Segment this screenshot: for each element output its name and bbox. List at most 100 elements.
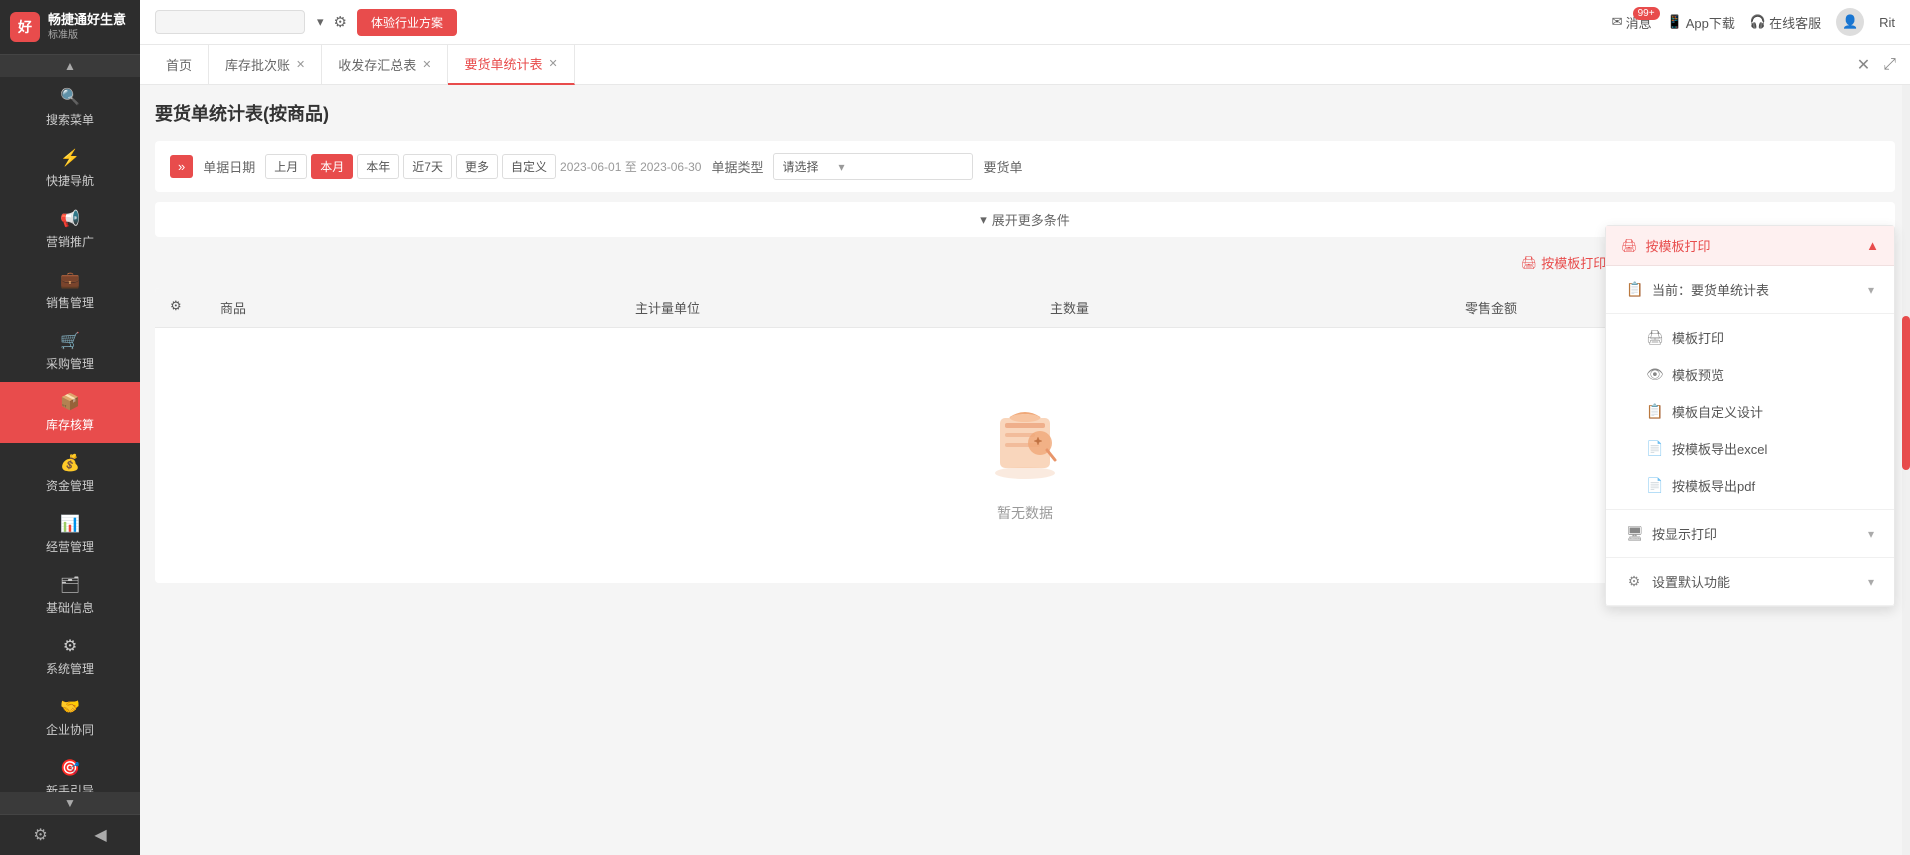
scrollbar-thumb <box>1902 316 1910 470</box>
dropdown-default-settings[interactable]: ⚙ 设置默认功能 ▾ <box>1606 563 1894 600</box>
filter-expand-button[interactable]: » <box>170 155 193 178</box>
sidebar-label-purchase: 采购管理 <box>46 355 94 372</box>
sidebar-item-purchase[interactable]: 🛒 采购管理 <box>0 321 140 382</box>
sidebar-item-system[interactable]: ⚙ 系统管理 <box>0 626 140 687</box>
right-scrollbar[interactable] <box>1902 85 1910 855</box>
date-btn-7days[interactable]: 近7天 <box>403 154 452 179</box>
sidebar-label-finance: 资金管理 <box>46 477 94 494</box>
guide-icon: 🎯 <box>60 758 80 778</box>
user-avatar[interactable]: 👤 <box>1836 8 1864 36</box>
template-excel-icon: 📄 <box>1646 440 1662 457</box>
sidebar-scroll-up[interactable]: ▲ <box>0 55 140 77</box>
dropdown-header: 🖨 按模板打印 ▲ <box>1606 226 1894 266</box>
enterprise-icon: 🤝 <box>60 697 80 717</box>
page-title: 要货单统计表(按商品) <box>155 100 1895 126</box>
dropdown-template-pdf[interactable]: 📄 按模板导出pdf <box>1606 467 1894 504</box>
dropdown-template-print[interactable]: 🖨 模板打印 <box>1606 319 1894 356</box>
template-design-icon: 📋 <box>1646 403 1662 420</box>
sidebar-item-operations[interactable]: 📊 经营管理 <box>0 504 140 565</box>
template-print-label: 模板打印 <box>1672 328 1724 347</box>
display-print-left: 🖥 按显示打印 <box>1626 524 1717 543</box>
username-label: Rit <box>1879 15 1895 30</box>
template-excel-label: 按模板导出excel <box>1672 439 1767 458</box>
sidebar-scroll-down[interactable]: ▼ <box>0 792 140 814</box>
sidebar-item-shortcut[interactable]: ⚡ 快捷导航 <box>0 138 140 199</box>
tab-inventory-batch[interactable]: 库存批次账 ✕ <box>209 45 322 85</box>
expand-more-label: 展开更多条件 <box>992 210 1070 229</box>
tab-close-all-button[interactable]: ✕ <box>1853 55 1874 75</box>
sidebar-audio-icon[interactable]: ◀ <box>94 825 106 845</box>
col-settings[interactable]: ⚙ <box>170 298 220 317</box>
printer-header-icon: 🖨 <box>1621 238 1638 254</box>
message-button[interactable]: ✉ 消息 99+ <box>1612 13 1652 32</box>
sidebar-label-guide: 新手引导 <box>46 782 94 792</box>
template-preview-label: 模板预览 <box>1672 365 1724 384</box>
finance-icon: 💰 <box>60 453 80 473</box>
date-btn-more[interactable]: 更多 <box>456 154 498 179</box>
tab-order-stats[interactable]: 要货单统计表 ✕ <box>448 45 574 85</box>
sidebar-item-basic[interactable]: 🗂 基础信息 <box>0 565 140 626</box>
table-gear-icon[interactable]: ⚙ <box>170 298 182 313</box>
dropdown-items-section: 🖨 模板打印 👁 模板预览 📋 模板自定义设计 📄 按模板导出excel 📄 <box>1606 314 1894 510</box>
dropdown-template-preview[interactable]: 👁 模板预览 <box>1606 356 1894 393</box>
online-service-button[interactable]: 🎧 在线客服 <box>1750 13 1821 32</box>
sidebar-item-guide[interactable]: 🎯 新手引导 <box>0 748 140 792</box>
avatar-icon: 👤 <box>1842 14 1858 30</box>
topbar: ▾ ⚙ 体验行业方案 ✉ 消息 99+ 📱 App下载 🎧 在线客服 👤 Rit <box>140 0 1910 45</box>
service-label: 在线客服 <box>1769 13 1821 32</box>
date-range-text: 2023-06-01 至 2023-06-30 <box>560 158 701 175</box>
date-btn-this-year[interactable]: 本年 <box>357 154 399 179</box>
tab-receipt-summary-label: 收发存汇总表 <box>338 55 416 74</box>
date-filter-label: 单据日期 <box>203 157 255 176</box>
sidebar-item-search[interactable]: 🔍 搜索菜单 <box>0 77 140 138</box>
template-print-icon: 🖨 <box>1646 329 1662 346</box>
tabs-bar: 首页 库存批次账 ✕ 收发存汇总表 ✕ 要货单统计表 ✕ ✕ ⤢ <box>140 45 1910 85</box>
order-type-select[interactable]: 请选择 ▾ <box>773 153 973 180</box>
tab-inventory-batch-close[interactable]: ✕ <box>296 58 305 71</box>
sidebar-label-search: 搜索菜单 <box>46 111 94 128</box>
app-label: App下载 <box>1686 13 1735 32</box>
date-btn-last-month[interactable]: 上月 <box>265 154 307 179</box>
tab-order-stats-close[interactable]: ✕ <box>549 57 558 70</box>
filter-bar: » 单据日期 上月 本月 本年 近7天 更多 自定义 2023-06-01 至 … <box>155 141 1895 192</box>
sidebar-item-enterprise[interactable]: 🤝 企业协同 <box>0 687 140 748</box>
app-download-button[interactable]: 📱 App下载 <box>1667 13 1735 32</box>
display-print-icon: 🖥 <box>1626 525 1642 542</box>
sidebar-settings-icon[interactable]: ⚙ <box>33 825 47 845</box>
sidebar-item-finance[interactable]: 💰 资金管理 <box>0 443 140 504</box>
dropdown-collapse-icon[interactable]: ▲ <box>1866 238 1879 253</box>
sidebar-item-marketing[interactable]: 📢 营销推广 <box>0 199 140 260</box>
tab-home[interactable]: 首页 <box>150 45 209 85</box>
template-pdf-label: 按模板导出pdf <box>1672 476 1755 495</box>
sidebar-item-inventory[interactable]: 📦 库存核算 <box>0 382 140 443</box>
topbar-dropdown-arrow[interactable]: ▾ <box>317 14 324 30</box>
type-filter-label: 单据类型 <box>711 157 763 176</box>
date-btn-this-month[interactable]: 本月 <box>311 154 353 179</box>
tab-maximize-button[interactable]: ⤢ <box>1879 55 1900 75</box>
dropdown-template-excel[interactable]: 📄 按模板导出excel <box>1606 430 1894 467</box>
default-settings-icon: ⚙ <box>1626 573 1642 590</box>
marketing-icon: 📢 <box>60 209 80 229</box>
dropdown-current-template[interactable]: 📋 当前：要货单统计表 ▾ <box>1606 271 1894 308</box>
dropdown-display-print[interactable]: 🖥 按显示打印 ▾ <box>1606 515 1894 552</box>
sales-icon: 💼 <box>60 270 80 290</box>
date-btn-custom[interactable]: 自定义 <box>502 154 556 179</box>
select-arrow-icon: ▾ <box>838 160 844 174</box>
dropdown-template-design[interactable]: 📋 模板自定义设计 <box>1606 393 1894 430</box>
tab-receipt-summary[interactable]: 收发存汇总表 ✕ <box>322 45 448 85</box>
message-icon: ✉ <box>1612 14 1623 30</box>
topbar-search-input[interactable] <box>155 10 305 34</box>
current-template-icon: 📋 <box>1626 281 1642 298</box>
topbar-gear-icon[interactable]: ⚙ <box>334 13 347 31</box>
main-area: ▾ ⚙ 体验行业方案 ✉ 消息 99+ 📱 App下载 🎧 在线客服 👤 Rit <box>140 0 1910 855</box>
search-icon: 🔍 <box>60 87 80 107</box>
inventory-icon: 📦 <box>60 392 80 412</box>
tab-receipt-summary-close[interactable]: ✕ <box>422 58 431 71</box>
trial-button[interactable]: 体验行业方案 <box>357 9 457 36</box>
order-type-placeholder: 请选择 <box>782 158 818 175</box>
col-product: 商品 <box>220 298 635 317</box>
sidebar-item-sales[interactable]: 💼 销售管理 <box>0 260 140 321</box>
template-design-label: 模板自定义设计 <box>1672 402 1763 421</box>
display-print-chevron: ▾ <box>1868 527 1874 541</box>
phone-icon: 📱 <box>1667 14 1683 30</box>
